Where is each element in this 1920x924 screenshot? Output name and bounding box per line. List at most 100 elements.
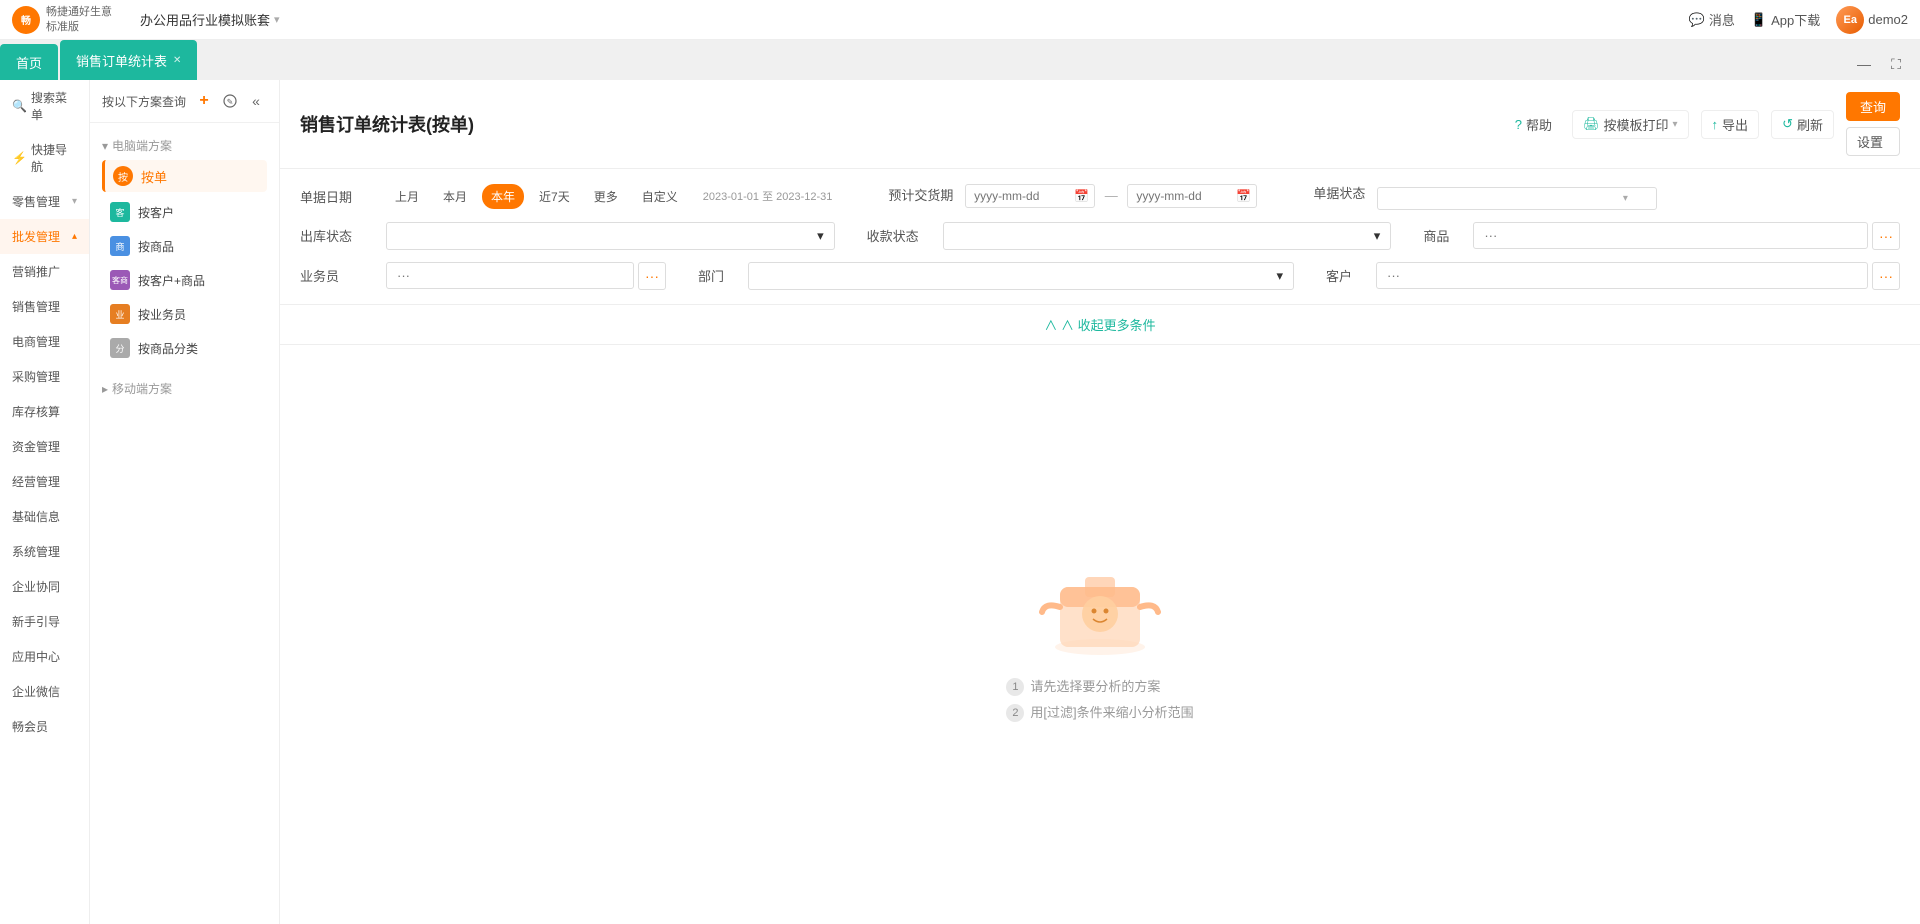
tip-num-2: 2 <box>1006 704 1024 722</box>
query-pc-section: ▾ 电脑端方案 按 按单 客 按客户 商 按商品 客商 按客户+商品 业 <box>90 123 279 374</box>
customer-input[interactable] <box>1376 262 1868 289</box>
date-btn-this-month[interactable]: 本月 <box>434 184 476 209</box>
empty-tip-1: 1 请先选择要分析的方案 <box>1006 674 1193 700</box>
message-icon: 💬 <box>1689 12 1705 28</box>
calendar-to-icon: 📅 <box>1236 189 1251 203</box>
page-header: 销售订单统计表(按单) ? 帮助 🖨 按模板打印 ▾ ↑ 导出 ↺ 刷新 <box>280 80 1920 169</box>
svg-text:✎: ✎ <box>227 98 234 107</box>
calendar-from-icon: 📅 <box>1074 189 1089 203</box>
pc-section-expand-icon: ▾ <box>102 139 108 153</box>
tab-home[interactable]: 首页 <box>0 44 58 80</box>
sidebar-item-appcenter[interactable]: 应用中心 <box>0 639 89 674</box>
sidebar-item-basicinfo[interactable]: 基础信息 <box>0 499 89 534</box>
sidebar-item-search[interactable]: 🔍 搜索菜单 <box>0 80 89 132</box>
filter-row-2: 出库状态 ▾ 收款状态 ▾ 商品 ··· <box>300 222 1900 250</box>
date-btn-this-year[interactable]: 本年 <box>482 184 524 209</box>
header-left: 畅 畅捷通好生意 标准版 办公用品行业模拟账套 ▾ <box>12 5 280 34</box>
sidebar-item-system[interactable]: 系统管理 <box>0 534 89 569</box>
print-button[interactable]: 🖨 按模板打印 ▾ <box>1572 110 1689 139</box>
tab-bar-actions: — ⛶ <box>1852 52 1920 80</box>
tab-minimize-button[interactable]: — <box>1852 52 1876 76</box>
right-action-buttons: 查询 设置 <box>1846 92 1900 156</box>
sidebar-item-finance[interactable]: 资金管理 <box>0 429 89 464</box>
sidebar-item-quick-nav[interactable]: ⚡ 快捷导航 <box>0 132 89 184</box>
query-mobile-section: ▸ 移动端方案 <box>90 374 279 403</box>
query-panel-actions: + ✎ « <box>193 90 267 112</box>
customer-more-button[interactable]: ··· <box>1872 262 1900 290</box>
query-item-按客户商品[interactable]: 客商 按客户+商品 <box>102 264 267 296</box>
goods-input-group: ··· <box>1473 222 1900 250</box>
expected-date-label: 预计交货期 <box>888 188 953 203</box>
department-select[interactable]: ▾ <box>748 262 1294 290</box>
query-item-按客户[interactable]: 客 按客户 <box>102 196 267 228</box>
sidebar-item-retail[interactable]: 零售管理 ▾ <box>0 184 89 219</box>
out-status-label: 出库状态 <box>300 226 370 245</box>
filter-row-3: 业务员 ··· 部门 ▾ 客户 ··· <box>300 262 1900 290</box>
out-status-select[interactable]: ▾ <box>386 222 835 250</box>
date-btn-last-month[interactable]: 上月 <box>386 184 428 209</box>
empty-tips: 1 请先选择要分析的方案 2 用[过滤]条件来缩小分析范围 <box>1006 674 1193 726</box>
collapse-icon: ∧ <box>1044 318 1057 333</box>
top-header: 畅 畅捷通好生意 标准版 办公用品行业模拟账套 ▾ 💬 消息 📱 App下载 E… <box>0 0 1920 40</box>
print-dropdown-icon[interactable]: ▾ <box>1673 119 1678 130</box>
sidebar-item-marketing[interactable]: 营销推广 <box>0 254 89 289</box>
query-item-按商品[interactable]: 商 按商品 <box>102 230 267 262</box>
sidebar-item-wechat[interactable]: 企业微信 <box>0 674 89 709</box>
sidebar-item-sales[interactable]: 销售管理 <box>0 289 89 324</box>
status-group: 单据状态 ▾ <box>1313 183 1900 210</box>
query-pc-section-title[interactable]: ▾ 电脑端方案 <box>102 131 267 160</box>
search-icon: 🔍 <box>12 99 27 113</box>
export-button[interactable]: ↑ 导出 <box>1701 110 1760 139</box>
query-panel-header: 按以下方案查询 + ✎ « <box>90 80 279 123</box>
query-button[interactable]: 查询 <box>1846 92 1900 121</box>
tab-maximize-button[interactable]: ⛶ <box>1884 52 1908 76</box>
tab-close-icon[interactable]: ✕ <box>173 55 181 66</box>
out-status-chevron-icon: ▾ <box>817 228 824 244</box>
query-item-按业务员[interactable]: 业 按业务员 <box>102 298 267 330</box>
sidebar-item-wholesale[interactable]: 批发管理 ▴ <box>0 219 89 254</box>
payment-chevron-icon: ▾ <box>1374 228 1381 244</box>
sidebar-item-inventory[interactable]: 库存核算 <box>0 394 89 429</box>
salesperson-input[interactable] <box>386 262 634 289</box>
refresh-button[interactable]: ↺ 刷新 <box>1771 110 1834 139</box>
query-item-按单[interactable]: 按 按单 <box>102 160 267 192</box>
print-icon: 🖨 <box>1583 116 1600 132</box>
user-menu[interactable]: Ea demo2 <box>1836 6 1908 34</box>
header-right: 💬 消息 📱 App下载 Ea demo2 <box>1689 6 1908 34</box>
date-label: 单据日期 <box>300 187 370 206</box>
breadcrumb[interactable]: 办公用品行业模拟账套 ▾ <box>140 10 280 29</box>
collapse-bar[interactable]: ∧ ∧ 收起更多条件 <box>280 305 1920 345</box>
tab-sales-order[interactable]: 销售订单统计表 ✕ <box>60 40 197 80</box>
date-range-block: 2023-01-01 至 2023-12-31 <box>703 188 833 204</box>
query-collapse-button[interactable]: « <box>245 90 267 112</box>
salesperson-more-button[interactable]: ··· <box>638 262 666 290</box>
help-icon: ? <box>1515 117 1522 132</box>
sidebar-item-operation[interactable]: 经营管理 <box>0 464 89 499</box>
message-button[interactable]: 💬 消息 <box>1689 10 1735 29</box>
date-btn-more[interactable]: 更多 <box>585 184 627 209</box>
settings-button[interactable]: 设置 <box>1846 127 1900 156</box>
date-btn-7days[interactable]: 近7天 <box>530 184 579 209</box>
goods-more-button[interactable]: ··· <box>1872 222 1900 250</box>
query-mobile-section-title[interactable]: ▸ 移动端方案 <box>102 374 267 403</box>
sidebar-item-collab[interactable]: 企业协同 <box>0 569 89 604</box>
query-item-按商品分类[interactable]: 分 按商品分类 <box>102 332 267 364</box>
logo-text: 畅捷通好生意 标准版 <box>46 5 112 34</box>
help-button[interactable]: ? 帮助 <box>1507 111 1560 138</box>
sidebar: 🔍 搜索菜单 ⚡ 快捷导航 零售管理 ▾ 批发管理 ▴ 营销推广 销售管理 电商… <box>0 80 90 924</box>
payment-status-select[interactable]: ▾ <box>943 222 1392 250</box>
goods-input[interactable] <box>1473 222 1868 249</box>
status-select[interactable]: ▾ <box>1377 187 1657 210</box>
sidebar-item-member[interactable]: 畅会员 <box>0 709 89 744</box>
sidebar-item-purchase[interactable]: 采购管理 <box>0 359 89 394</box>
sidebar-item-newbie[interactable]: 新手引导 <box>0 604 89 639</box>
tip-num-1: 1 <box>1006 678 1024 696</box>
empty-illustration <box>1030 542 1170 662</box>
app-download-button[interactable]: 📱 App下载 <box>1751 10 1820 29</box>
query-add-button[interactable]: + <box>193 90 215 112</box>
date-btn-custom[interactable]: 自定义 <box>633 184 687 209</box>
sidebar-item-ecommerce[interactable]: 电商管理 <box>0 324 89 359</box>
query-edit-button[interactable]: ✎ <box>219 90 241 112</box>
payment-status-label: 收款状态 <box>867 226 919 245</box>
status-chevron-icon: ▾ <box>1623 193 1628 204</box>
